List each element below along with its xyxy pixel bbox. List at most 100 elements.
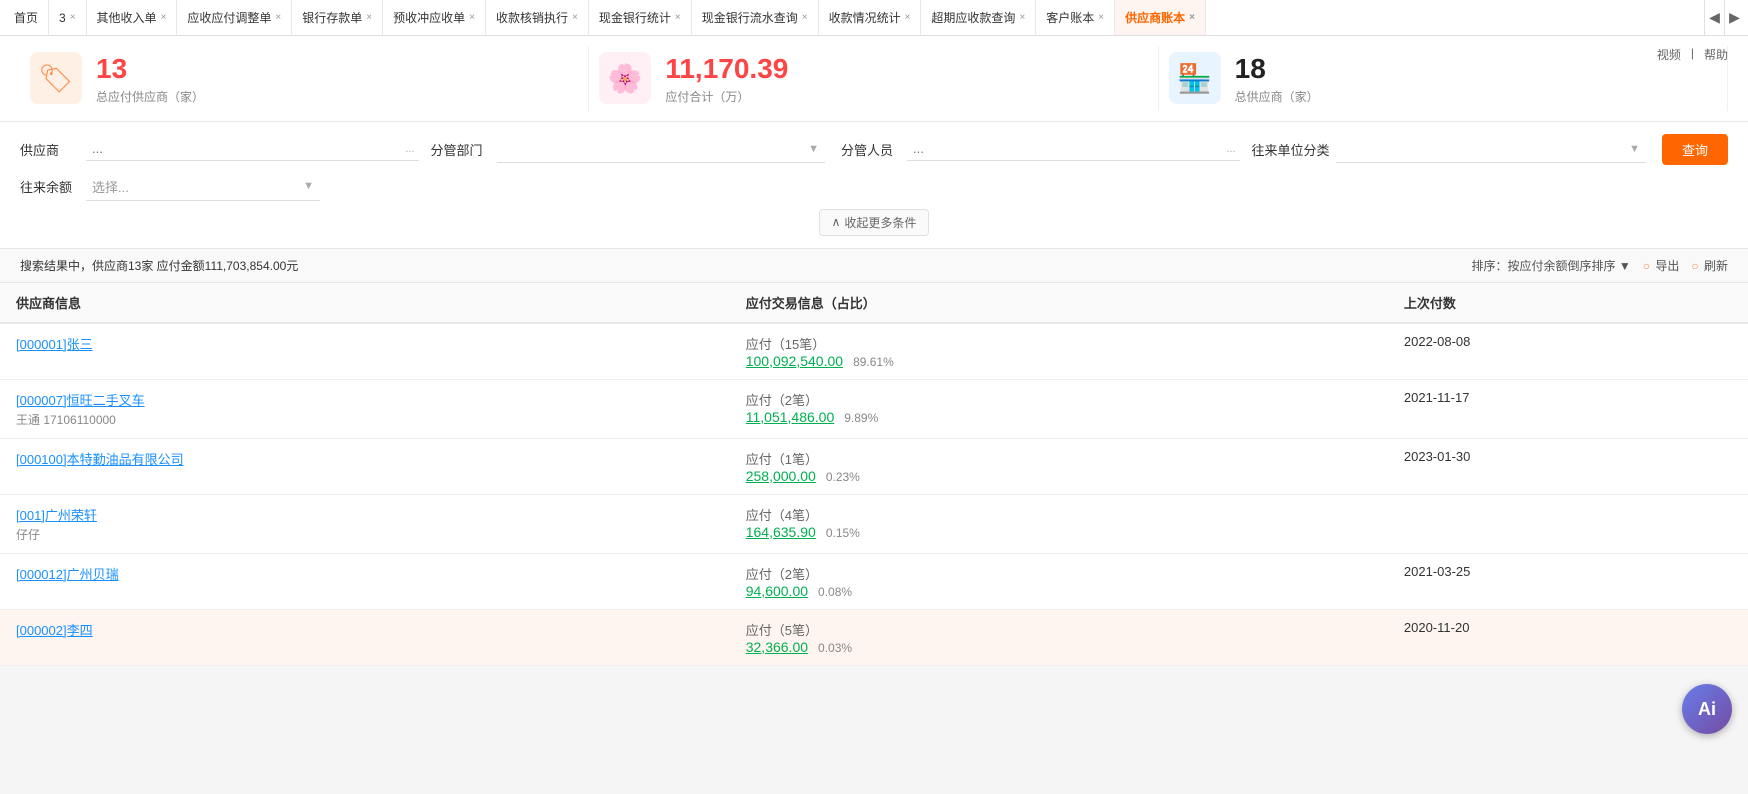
td-last-date-3	[1388, 494, 1748, 553]
category-select[interactable]: ▼	[1336, 135, 1646, 163]
nav-tab-collect-stat[interactable]: 收款情况统计×	[819, 0, 922, 36]
supplier-ellipsis: ...	[405, 143, 414, 155]
stat-label-suppliers: 总应付供应商（家）	[96, 88, 204, 105]
filter-supplier: 供应商 ...	[20, 137, 415, 161]
nav-prev-arrow[interactable]: ◀	[1704, 0, 1724, 36]
top-nav: 首页3×其他收入单×应收应付调整单×银行存款单×预收冲应收单×收款核销执行×现金…	[0, 0, 1748, 36]
store-icon: 🏪	[1169, 52, 1221, 104]
sort-label[interactable]: 排序：按应付余额倒序排序 ▼	[1472, 257, 1631, 274]
td-supplier-5: [000002]李四	[0, 609, 730, 665]
nav-tab-ap-adjust[interactable]: 应收应付调整单×	[177, 0, 292, 36]
stats-bar: 🏷 13 总应付供应商（家） 🌸 11,170.39 应付合计（万） 🏪 18 …	[0, 36, 1748, 122]
nav-tab-home[interactable]: 首页	[4, 0, 49, 36]
collapse-button[interactable]: ∧ 收起更多条件	[819, 209, 930, 236]
close-tab-collect-stat[interactable]: ×	[905, 12, 911, 23]
td-last-date-5: 2020-11-20	[1388, 609, 1748, 665]
tx-amount-1[interactable]: 11,051,486.00	[746, 409, 835, 425]
tx-amount-5[interactable]: 32,366.00	[746, 639, 808, 655]
category-chevron-icon: ▼	[1629, 143, 1640, 155]
nav-tab-bank-deposit[interactable]: 银行存款单×	[292, 0, 383, 36]
nav-tab-overdue-collect[interactable]: 超期应收款查询×	[921, 0, 1036, 36]
video-link[interactable]: 视频	[1657, 46, 1681, 63]
tx-label-1: 应付（2笔）	[746, 390, 1372, 409]
nav-tab-cash-bank-flow[interactable]: 现金银行流水查询×	[692, 0, 819, 36]
close-tab-t3[interactable]: ×	[70, 12, 76, 23]
sort-text: 排序：按应付余额倒序排序	[1472, 259, 1616, 273]
tx-amount-4[interactable]: 94,600.00	[746, 583, 808, 599]
separator: |	[1691, 46, 1694, 63]
close-tab-bank-deposit[interactable]: ×	[366, 12, 372, 23]
nav-tab-supplier-account[interactable]: 供应商账本×	[1115, 0, 1206, 36]
close-tab-overdue-collect[interactable]: ×	[1019, 12, 1025, 23]
close-tab-cash-bank-stat[interactable]: ×	[675, 12, 681, 23]
export-label: 导出	[1655, 259, 1679, 273]
supplier-link-3[interactable]: [001]广州荣轩	[16, 508, 97, 523]
nav-tab-collect-verify[interactable]: 收款核销执行×	[486, 0, 589, 36]
td-supplier-4: [000012]广州贝瑞	[0, 553, 730, 609]
nav-tab-cash-bank-stat[interactable]: 现金银行统计×	[589, 0, 692, 36]
close-tab-supplier-account[interactable]: ×	[1189, 12, 1195, 23]
export-icon: ○	[1643, 259, 1650, 273]
category-label: 往来单位分类	[1252, 140, 1330, 159]
close-tab-cash-bank-flow[interactable]: ×	[802, 12, 808, 23]
dept-select[interactable]: ▼	[497, 135, 826, 163]
nav-tab-other-income[interactable]: 其他收入单×	[87, 0, 178, 36]
col-last-date: 上次付数	[1388, 283, 1748, 323]
td-tx-0: 应付（15笔）100,092,540.00 89.61%	[730, 323, 1388, 380]
tx-percent-0: 89.61%	[853, 355, 894, 369]
manager-ellipsis: ...	[1226, 143, 1235, 155]
dept-chevron-icon: ▼	[808, 143, 819, 155]
stat-card-total-suppliers: 🏪 18 总供应商（家）	[1159, 46, 1728, 111]
close-tab-ap-adjust[interactable]: ×	[275, 12, 281, 23]
nav-next-arrow[interactable]: ▶	[1724, 0, 1744, 36]
close-tab-collect-verify[interactable]: ×	[572, 12, 578, 23]
refresh-button[interactable]: ○ 刷新	[1691, 257, 1728, 274]
tx-percent-4: 0.08%	[818, 585, 852, 599]
col-tx-info: 应付交易信息（占比）	[730, 283, 1388, 323]
close-tab-prepay-collect[interactable]: ×	[469, 12, 475, 23]
stat-info-1: 13 总应付供应商（家）	[96, 52, 204, 105]
td-supplier-1: [000007]恒旺二手叉车王通 17106110000	[0, 379, 730, 438]
balance-select-text: 选择...	[92, 177, 129, 196]
tx-amount-3[interactable]: 164,635.90	[746, 524, 816, 540]
nav-tab-prepay-collect[interactable]: 预收冲应收单×	[383, 0, 486, 36]
tx-percent-1: 9.89%	[844, 411, 878, 425]
tx-label-0: 应付（15笔）	[746, 334, 1372, 353]
table-body: [000001]张三 应付（15笔）100,092,540.00 89.61% 202…	[0, 323, 1748, 666]
tx-label-3: 应付（4笔）	[746, 505, 1372, 524]
stat-number-payable: 11,170.39	[665, 52, 788, 86]
td-tx-5: 应付（5笔）32,366.000.03%	[730, 609, 1388, 665]
tx-amount-2[interactable]: 258,000.00	[746, 468, 816, 484]
close-tab-other-income[interactable]: ×	[161, 12, 167, 23]
export-button[interactable]: ○ 导出	[1643, 257, 1680, 274]
filter-area: 供应商 ... 分管部门 ▼ 分管人员 ... 往来单位分类 ▼ 查询	[0, 122, 1748, 249]
td-supplier-3: [001]广州荣轩仔仔	[0, 494, 730, 553]
balance-chevron-icon: ▼	[303, 180, 314, 192]
supplier-link-4[interactable]: [000012]广州贝瑞	[16, 567, 119, 582]
stat-number-suppliers: 13	[96, 52, 204, 86]
table-row: [000007]恒旺二手叉车王通 17106110000 应付（2笔）11,051…	[0, 379, 1748, 438]
supplier-link-0[interactable]: [000001]张三	[16, 337, 93, 352]
supplier-sub-1: 王通 17106110000	[16, 411, 714, 428]
supplier-link-1[interactable]: [000007]恒旺二手叉车	[16, 393, 145, 408]
balance-select[interactable]: 选择... ▼	[86, 173, 320, 201]
nav-tab-t3[interactable]: 3×	[49, 0, 87, 36]
balance-label: 往来余额	[20, 177, 80, 196]
manager-input[interactable]	[907, 137, 1240, 161]
supplier-input[interactable]	[86, 137, 419, 161]
supplier-link-5[interactable]: [000002]李四	[16, 623, 93, 638]
filter-category: 往来单位分类 ▼	[1252, 135, 1647, 163]
result-actions: 排序：按应付余额倒序排序 ▼ ○ 导出 ○ 刷新	[1472, 257, 1728, 274]
tx-label-5: 应付（5笔）	[746, 620, 1372, 639]
table-row: [001]广州荣轩仔仔应付（4笔）164,635.900.15%	[0, 494, 1748, 553]
close-tab-customer-account[interactable]: ×	[1098, 12, 1104, 23]
tx-percent-2: 0.23%	[826, 470, 860, 484]
nav-tab-customer-account[interactable]: 客户账本×	[1036, 0, 1115, 36]
supplier-link-2[interactable]: [000100]本特勤油品有限公司	[16, 452, 184, 467]
query-button[interactable]: 查询	[1662, 134, 1728, 165]
td-last-date-0: 2022-08-08	[1388, 323, 1748, 380]
tx-amount-0[interactable]: 100,092,540.00	[746, 353, 843, 369]
help-link[interactable]: 帮助	[1704, 46, 1728, 63]
ai-button[interactable]: Ai	[1682, 684, 1732, 734]
result-bar: 搜索结果中，供应商13家 应付金额111,703,854.00元 排序：按应付余…	[0, 249, 1748, 283]
